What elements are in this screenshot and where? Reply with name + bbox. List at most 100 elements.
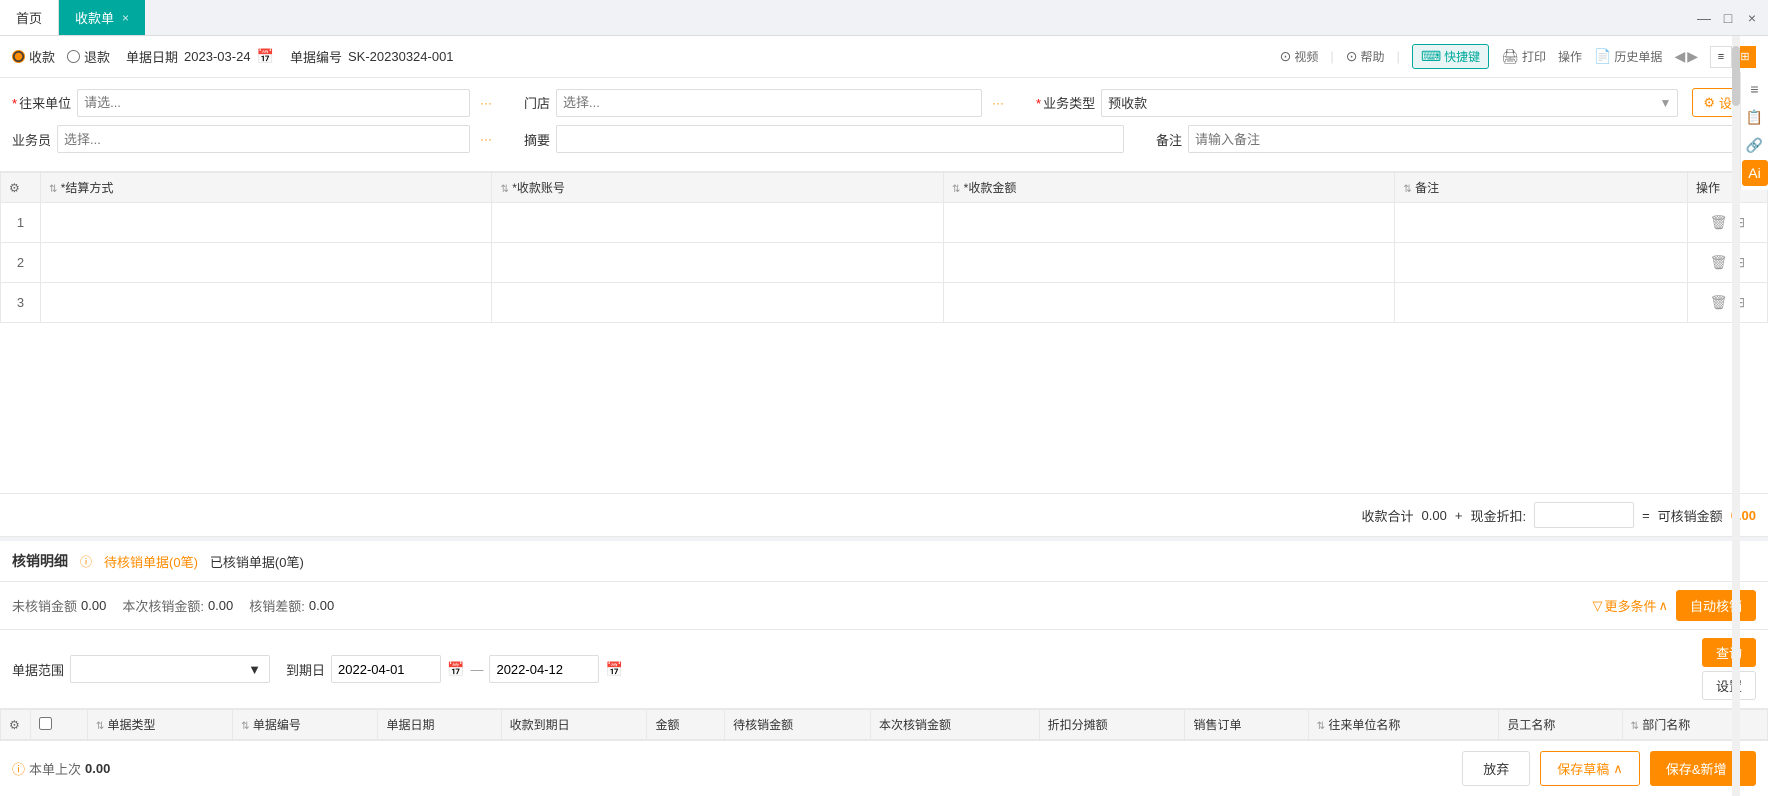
prev-arrow[interactable]: ◀ [1674,48,1685,65]
staff-name-col-header: 员工名称 [1499,710,1622,740]
row-1-remark[interactable] [1395,203,1688,243]
diff-value: 0.00 [309,598,334,613]
sort-icon: ⇅ [952,184,960,195]
row-1-settlement[interactable] [41,203,492,243]
summary-label: 摘要 [524,130,550,149]
maximize-button[interactable]: □ [1720,10,1736,26]
total-value: 0.00 [1422,508,1447,523]
delete-row-3-icon[interactable]: 🗑 [1710,294,1728,311]
row-1-amount[interactable] [943,203,1394,243]
writeoff-info-icon[interactable]: ⓘ [80,553,92,570]
toolbar-right: ⊙ 视频 | ⊙ 帮助 | ⌨ 快捷键 🖨 打印 操作 [1280,44,1756,69]
remark-input[interactable] [1188,125,1756,153]
shop-label: 门店 [524,93,550,112]
window-controls: — □ × [1696,10,1768,26]
receipt-radio[interactable]: 收款 [12,47,55,66]
abandon-button[interactable]: 放弃 [1462,751,1530,786]
row-2-account[interactable] [492,243,943,283]
number-field: 单据编号 SK-20230324-001 [290,47,454,66]
print-button[interactable]: 🖨 打印 [1501,48,1546,65]
tab-active[interactable]: 收款单 × [59,0,145,35]
staff-more-icon[interactable]: ··· [480,132,492,146]
dept-name-col-header: ⇅ 部门名称 [1622,710,1767,740]
sidebar-icon-3[interactable]: 🔗 [1742,132,1768,158]
row-3-remark[interactable] [1395,283,1688,323]
calendar-to-icon[interactable]: 📅 [605,661,622,678]
row-1-account[interactable] [492,203,943,243]
form-area: *往来单位 ··· 门店 ··· *业务类型 预收款 ▼ ⚙ [0,78,1768,172]
shortcut-icon: ⌨ [1421,48,1441,65]
doc-range-field: 单据范围 ▼ [12,655,270,683]
discount-input[interactable] [1534,502,1634,528]
auto-writeoff-button[interactable]: 自动核销 [1676,590,1756,621]
account-col-header: ⇅ *收款账号 [492,173,943,203]
remark-field: 备注 [1156,125,1756,153]
operation-button[interactable]: 操作 [1558,48,1582,65]
date-from-input[interactable] [331,655,441,683]
row-3-settlement[interactable] [41,283,492,323]
row-2-actions: 🗑 ⊞ [1688,243,1768,283]
discount-col-header: 折扣分摊额 [1039,710,1185,740]
receipt-refund-toggle: 收款 退款 [12,47,110,66]
staff-input[interactable] [57,125,470,153]
save-draft-button[interactable]: 保存草稿 ∧ [1540,751,1640,786]
operation-label: 操作 [1558,48,1582,65]
delete-row-1-icon[interactable]: 🗑 [1710,214,1728,231]
more-conditions-label: 更多条件 [1604,596,1656,615]
row-3-account[interactable] [492,283,943,323]
sidebar-icon-1[interactable]: ≡ [1742,76,1768,102]
minimize-button[interactable]: — [1696,10,1712,26]
completed-tab[interactable]: 已核销单据(0笔) [210,552,304,571]
row-2-settlement[interactable] [41,243,492,283]
row-2-remark[interactable] [1395,243,1688,283]
table-settings-button[interactable]: 设置 [1702,671,1756,700]
video-button[interactable]: ⊙ 视频 [1280,48,1319,65]
row-3-amount[interactable] [943,283,1394,323]
query-button[interactable]: 查询 [1702,638,1756,667]
history-button[interactable]: 📄 历史单据 [1594,48,1662,65]
save-new-button[interactable]: 保存&新增 ∧ [1650,751,1756,786]
select-all-checkbox[interactable] [39,717,52,730]
help-button[interactable]: ⊙ 帮助 [1346,48,1385,65]
sort-icon: ⇅ [500,184,508,195]
scrollbar[interactable] [1732,36,1740,796]
business-type-select[interactable]: 预收款 ▼ [1101,89,1678,117]
total-label: 收款合计 [1362,506,1414,525]
shop-input[interactable] [556,89,982,117]
history-label: 历史单据 [1614,48,1662,65]
tab-close-icon[interactable]: × [122,11,129,25]
filter-row: 单据范围 ▼ 到期日 📅 — 📅 查询 设置 [0,630,1768,709]
date-to-input[interactable] [489,655,599,683]
bottom-table-settings-icon[interactable]: ⚙ [9,718,20,732]
due-date-label: 到期日 [286,660,325,679]
table-settings-icon[interactable]: ⚙ [9,181,20,195]
row-2-amount[interactable] [943,243,1394,283]
window-close-button[interactable]: × [1744,10,1760,26]
dropdown-arrow-icon: ▼ [1659,96,1671,110]
sidebar-icon-4[interactable]: Ai [1742,160,1768,186]
summary-input[interactable] [556,125,1124,153]
shortcut-button[interactable]: ⌨ 快捷键 [1412,44,1489,69]
checkbox-col-header: ⚙ [1,710,31,740]
footer-info-icon[interactable]: ⓘ [12,759,25,778]
summary-field: 摘要 [524,125,1124,153]
pending-tab[interactable]: 待核销单据(0笔) [104,552,198,571]
next-arrow[interactable]: ▶ [1687,48,1698,65]
tab-home[interactable]: 首页 [0,0,59,35]
party-more-icon[interactable]: ··· [480,96,492,110]
table-row: 2 🗑 ⊞ [1,243,1768,283]
list-view-button[interactable]: ≡ [1710,46,1732,68]
sidebar-icon-2[interactable]: 📋 [1742,104,1768,130]
more-conditions-button[interactable]: ▽ 更多条件 ∧ [1592,596,1668,615]
party-input[interactable] [77,89,470,117]
refund-radio[interactable]: 退款 [67,47,110,66]
scrollbar-thumb[interactable] [1732,46,1740,106]
doc-range-select[interactable]: ▼ [70,655,270,683]
calendar-icon[interactable]: 📅 [257,48,274,65]
shop-more-icon[interactable]: ··· [992,96,1004,110]
footer: ⓘ 本单上次 0.00 放弃 保存草稿 ∧ 保存&新增 ∧ [0,740,1768,796]
nav-arrows: ◀ ▶ [1674,48,1698,65]
calendar-from-icon[interactable]: 📅 [447,661,464,678]
date-label: 单据日期 [126,47,178,66]
delete-row-2-icon[interactable]: 🗑 [1710,254,1728,271]
